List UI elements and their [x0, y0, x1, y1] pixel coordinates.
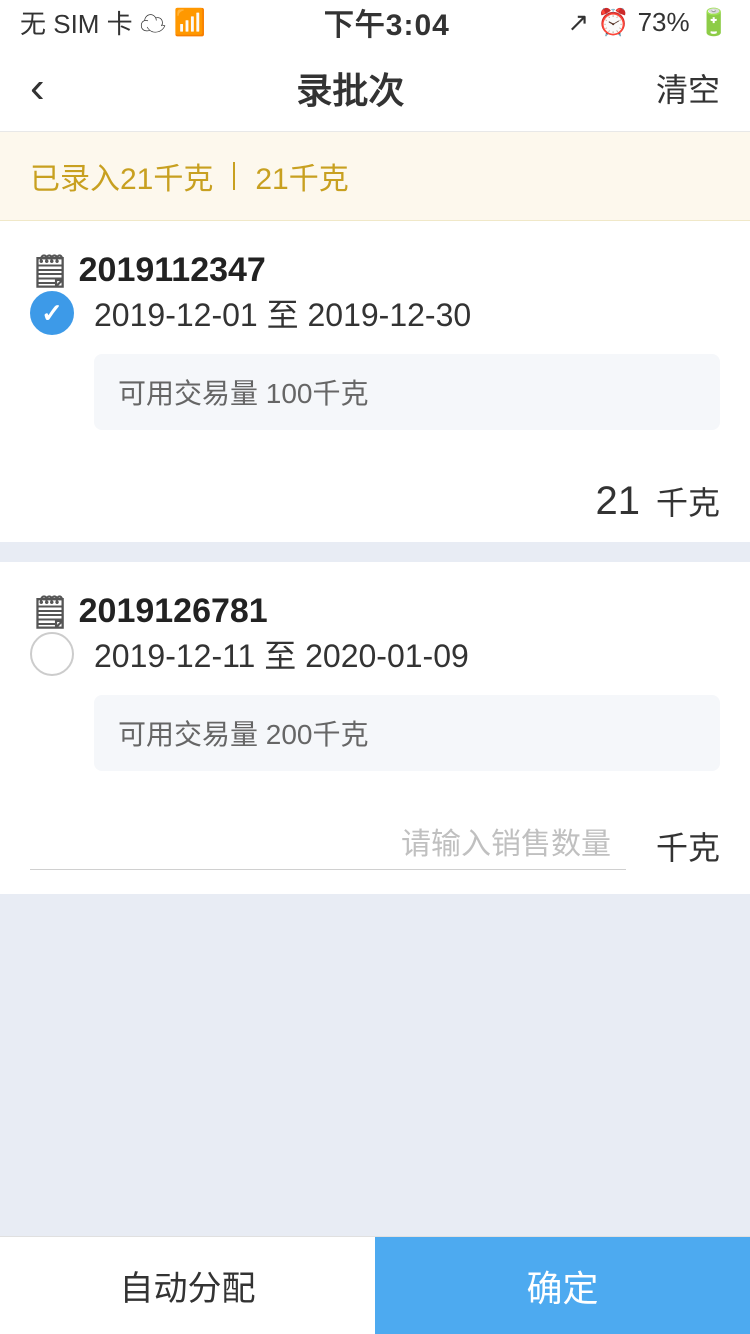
batch-1-date: 2019-12-01 至 2019-12-30	[94, 290, 471, 336]
sim-label: 无 SIM 卡 ☁	[20, 4, 166, 41]
content-area: 已录入21千克 21千克 🗒 2019112347 ✓ 2019-12-01 至…	[0, 132, 750, 1334]
confirm-button[interactable]: 确定	[375, 1237, 750, 1334]
banner-divider	[233, 162, 235, 190]
auto-distribute-button[interactable]: 自动分配	[0, 1237, 375, 1334]
battery-icon: 🔋	[698, 7, 730, 38]
batch-1-unit: 千克	[656, 478, 720, 524]
batch-1-card: 🗒 2019112347 ✓ 2019-12-01 至 2019-12-30 可…	[0, 221, 750, 542]
total-qty: 21千克	[255, 154, 348, 198]
batch-separator	[0, 542, 750, 562]
radio-checkmark: ✓	[41, 298, 63, 329]
status-bar: 无 SIM 卡 ☁ 📶 下午3:04 ↗ ⏰ 73% 🔋	[0, 0, 750, 44]
alarm-icon: ⏰	[597, 7, 629, 38]
batch-1-radio[interactable]: ✓	[30, 291, 74, 335]
location-icon: ↗	[567, 7, 589, 38]
batch-2-id: 🗒 2019126781	[30, 592, 720, 631]
batch-2-available: 可用交易量 200千克	[94, 695, 720, 771]
status-left: 无 SIM 卡 ☁ 📶	[20, 4, 206, 41]
bottom-bar: 自动分配 确定	[0, 1236, 750, 1334]
batch-2-date: 2019-12-11 至 2020-01-09	[94, 631, 469, 677]
batch-2-item: 🗒 2019126781 2019-12-11 至 2020-01-09 可用交…	[0, 562, 750, 801]
batch-1-available: 可用交易量 100千克	[94, 354, 720, 430]
batch-2-input-wrapper	[30, 821, 626, 870]
batch-1-item: 🗒 2019112347 ✓ 2019-12-01 至 2019-12-30 可…	[0, 221, 750, 460]
back-button[interactable]: ‹	[30, 66, 45, 110]
battery-label: 73%	[638, 7, 690, 38]
status-right: ↗ ⏰ 73% 🔋	[567, 7, 730, 38]
batch-2-radio[interactable]	[30, 632, 74, 676]
recorded-qty: 已录入21千克	[30, 154, 213, 198]
batch-2-qty-input[interactable]	[326, 821, 626, 863]
clear-button[interactable]: 清空	[656, 65, 720, 111]
batch-1-id: 🗒 2019112347	[30, 251, 720, 290]
batch-1-date-row: ✓ 2019-12-01 至 2019-12-30	[30, 290, 720, 336]
batch-2-qty-row: 千克	[0, 801, 750, 894]
status-time: 下午3:04	[324, 0, 450, 44]
info-banner: 已录入21千克 21千克	[0, 132, 750, 221]
wifi-icon: 📶	[174, 7, 206, 38]
page-title: 录批次	[296, 62, 404, 114]
batch-2-date-row: 2019-12-11 至 2020-01-09	[30, 631, 720, 677]
batch-1-value: 21	[595, 479, 640, 524]
batch-1-value-row: 21 千克	[0, 460, 750, 542]
batch-2-unit: 千克	[656, 823, 720, 869]
batch-2-card: 🗒 2019126781 2019-12-11 至 2020-01-09 可用交…	[0, 562, 750, 894]
nav-bar: ‹ 录批次 清空	[0, 44, 750, 132]
batch-2-icon: 🗒	[30, 593, 71, 631]
batch-1-icon: 🗒	[30, 252, 71, 290]
